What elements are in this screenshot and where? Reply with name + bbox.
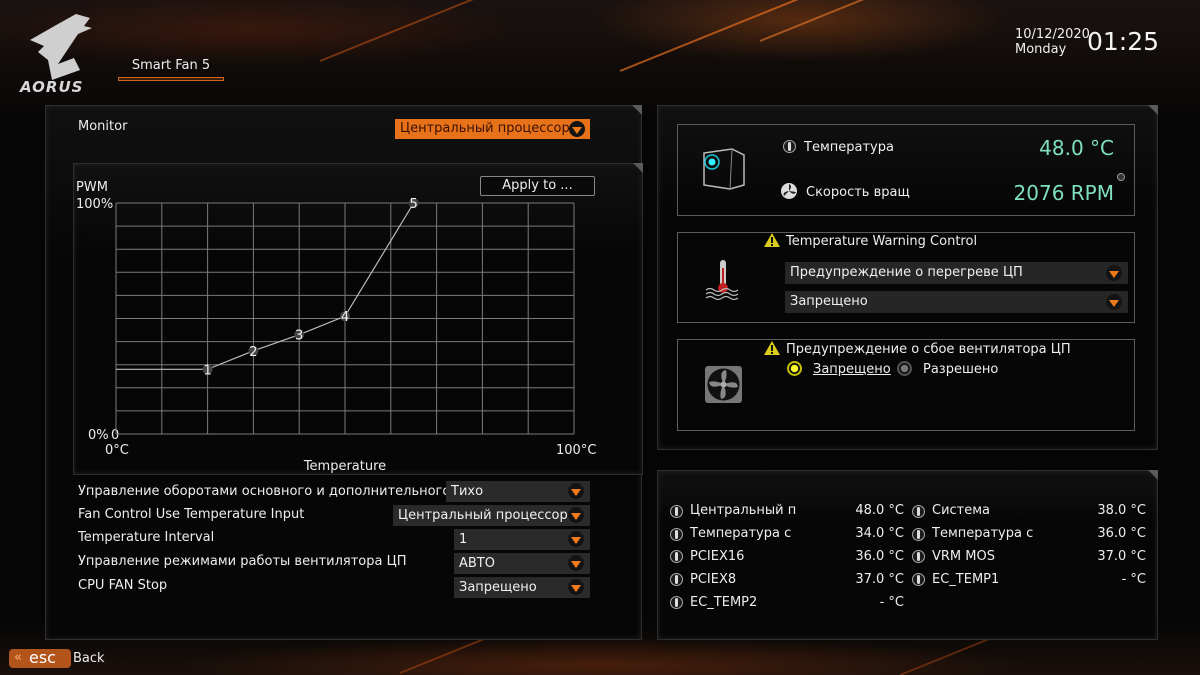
select-value: Центральный процессор xyxy=(398,508,568,523)
chevron-down-icon xyxy=(568,531,584,547)
select-value: Запрещено xyxy=(459,580,537,595)
thermometer-icon xyxy=(670,596,683,609)
curve-point-label: 2 xyxy=(249,345,257,360)
chevron-down-icon xyxy=(568,555,584,571)
fan-icon xyxy=(781,183,797,199)
settings-gear-icon[interactable] xyxy=(1117,173,1125,181)
setting-label-cpu-fan-mode: Управление режимами работы вентилятора Ц… xyxy=(78,554,407,569)
chevron-down-icon xyxy=(568,483,584,499)
thermometer-icon xyxy=(670,573,683,586)
chevron-down-icon xyxy=(568,507,584,523)
curve-point[interactable]: 4 xyxy=(340,310,350,325)
thermometer-icon xyxy=(783,140,796,153)
temp-value-pciex8: 37.0 °C xyxy=(855,572,904,587)
setting-label-cpu-fan-stop: CPU FAN Stop xyxy=(78,578,168,593)
temp-label-sensor-2: Температура с xyxy=(932,526,1034,541)
curve-point[interactable]: 3 xyxy=(294,329,305,344)
cpu-temperature-value: 48.0 °C xyxy=(1039,136,1114,160)
back-label[interactable]: Back xyxy=(73,651,105,666)
esc-button[interactable]: « esc xyxy=(9,649,71,668)
thermometer-icon xyxy=(670,528,683,541)
radio-label-enabled[interactable]: Разрешено xyxy=(923,362,998,377)
fan-fail-warning-title: Предупреждение о сбое вентилятора ЦП xyxy=(786,342,1071,357)
setting-label-temperature-interval: Temperature Interval xyxy=(78,530,215,545)
select-temperature-interval[interactable]: 1 xyxy=(454,529,590,550)
select-cpu-fan-stop[interactable]: Запрещено xyxy=(454,577,590,598)
thermometer-icon xyxy=(912,550,925,563)
thermometer-icon xyxy=(912,573,925,586)
thermometer-heat-icon xyxy=(705,260,739,301)
temp-label-sensor-1: Температура с xyxy=(690,526,792,541)
chart-xmin-label: 0°C xyxy=(105,443,129,458)
chart-ymin-label: 0% xyxy=(88,428,109,443)
temp-value-ec-temp1: - °C xyxy=(1121,572,1146,587)
pc-case-icon xyxy=(703,148,745,190)
temp-value-sensor-2: 36.0 °C xyxy=(1097,526,1146,541)
temp-label-system: Система xyxy=(932,503,991,518)
thermometer-icon xyxy=(670,550,683,563)
curve-point[interactable]: 1 xyxy=(202,363,213,378)
chevron-down-icon xyxy=(1106,294,1122,310)
temp-value-sensor-1: 34.0 °C xyxy=(855,526,904,541)
radio-fan-fail-disabled[interactable] xyxy=(787,361,802,376)
temp-value-pciex16: 36.0 °C xyxy=(855,549,904,564)
select-value: АВТО xyxy=(459,556,495,571)
select-fan-speed-control[interactable]: Тихо xyxy=(446,481,590,502)
setting-label-temperature-input: Fan Control Use Temperature Input xyxy=(78,507,305,522)
chevron-down-icon xyxy=(568,579,584,595)
thermometer-icon xyxy=(670,505,683,518)
select-value: 1 xyxy=(459,532,468,547)
temp-value-ec-temp2: - °C xyxy=(879,595,904,610)
radio-label-disabled[interactable]: Запрещено xyxy=(813,362,891,377)
cpu-temperature-label: Температура xyxy=(804,140,894,155)
temp-label-ec-temp1: EC_TEMP1 xyxy=(932,572,1000,587)
setting-label-fan-speed-control: Управление оборотами основного и дополни… xyxy=(78,484,463,499)
select-overheat-warning-type[interactable]: Предупреждение о перегреве ЦП xyxy=(785,262,1128,284)
chart-xlabel: Temperature xyxy=(303,459,386,474)
temp-value-vrm-mos: 37.0 °C xyxy=(1097,549,1146,564)
curve-point[interactable]: 5 xyxy=(408,197,419,212)
esc-label: esc xyxy=(29,648,56,667)
temp-value-system: 38.0 °C xyxy=(1097,503,1146,518)
curve-point-label: 5 xyxy=(410,197,418,212)
select-temperature-input[interactable]: Центральный процессор xyxy=(393,505,590,526)
chart-origin-point-label: 0 xyxy=(111,428,119,443)
select-value: Запрещено xyxy=(790,294,868,309)
select-cpu-fan-mode[interactable]: АВТО xyxy=(454,553,590,574)
temp-value-cpu: 48.0 °C xyxy=(855,503,904,518)
select-value: Предупреждение о перегреве ЦП xyxy=(790,265,1023,280)
chart-ymax-label: 100% xyxy=(76,197,113,212)
thermometer-icon xyxy=(912,505,925,518)
thermometer-icon xyxy=(912,528,925,541)
chevron-down-icon xyxy=(1106,265,1122,281)
apply-to-button[interactable]: Apply to ... xyxy=(480,176,595,196)
fan-curve-line xyxy=(116,202,415,370)
double-chevron-left-icon: « xyxy=(14,650,22,665)
temp-label-pciex8: PCIEX8 xyxy=(690,572,737,587)
fan-speed-label: Скорость вращ xyxy=(806,185,910,200)
chart-ylabel: PWM xyxy=(76,180,108,195)
curve-point-label: 4 xyxy=(341,310,349,325)
warning-icon xyxy=(764,341,780,355)
temp-label-vrm-mos: VRM MOS xyxy=(932,549,995,564)
radio-fan-fail-enabled[interactable] xyxy=(897,361,912,376)
warning-icon xyxy=(764,233,780,247)
chart-xmax-label: 100°C xyxy=(556,443,596,458)
temp-label-pciex16: PCIEX16 xyxy=(690,549,745,564)
curve-point-label: 3 xyxy=(295,329,303,344)
curve-point[interactable]: 2 xyxy=(248,345,259,360)
temp-label-cpu: Центральный п xyxy=(690,503,797,518)
select-value: Тихо xyxy=(451,484,484,499)
temperature-warning-title: Temperature Warning Control xyxy=(786,234,978,249)
temp-label-ec-temp2: EC_TEMP2 xyxy=(690,595,758,610)
case-fan-icon xyxy=(705,366,742,403)
select-overheat-warning-state[interactable]: Запрещено xyxy=(785,291,1128,313)
fan-speed-value: 2076 RPM xyxy=(1013,181,1114,205)
curve-point-label: 1 xyxy=(203,363,211,378)
